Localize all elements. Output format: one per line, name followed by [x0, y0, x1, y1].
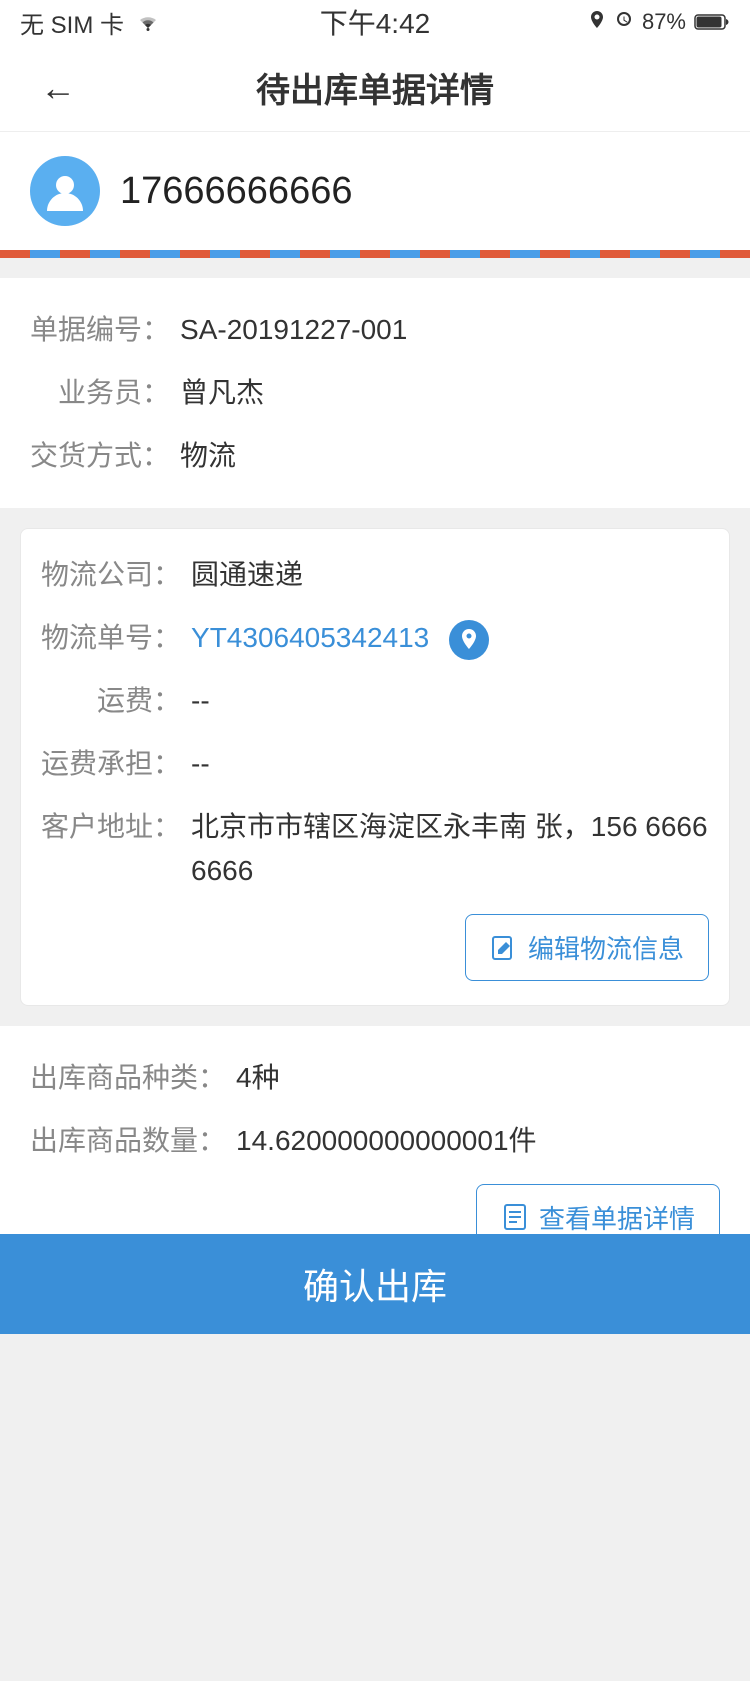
document-number-value: SA-20191227-001 — [180, 308, 720, 353]
battery-level: 87% — [642, 9, 686, 35]
edit-icon — [490, 934, 518, 962]
tracking-number-row: 物流单号： YT43064053424​13 — [41, 616, 709, 661]
battery-icon — [694, 13, 730, 31]
user-avatar-icon — [43, 169, 87, 213]
back-button[interactable]: ← — [30, 57, 86, 119]
freight-row: 运费： -- — [41, 679, 709, 724]
nav-bar: ← 待出库单据详情 — [0, 44, 750, 132]
status-left: 无 SIM 卡 — [20, 5, 162, 40]
freight-bear-value: -- — [191, 742, 709, 787]
status-right: 87% — [588, 9, 730, 35]
product-types-value: 4种 — [236, 1056, 720, 1101]
tracking-location-button[interactable] — [449, 620, 489, 660]
logistics-company-value: 圆通速递 — [191, 553, 709, 598]
delivery-method-value: 物流 — [180, 434, 720, 479]
confirm-label: 确认出库 — [303, 1258, 447, 1310]
address-row: 客户地址： 北京市市辖区海淀区永丰南 张，156 6666 6666 — [41, 805, 709, 895]
location-status-icon — [588, 11, 606, 33]
address-label: 客户地址： — [41, 805, 181, 850]
dashed-divider — [0, 250, 750, 258]
salesperson-label: 业务员： — [30, 371, 170, 416]
freight-bear-label: 运费承担： — [41, 742, 181, 787]
product-qty-row: 出库商品数量： 14.620000000000001件 — [30, 1119, 720, 1164]
sim-status: 无 SIM 卡 — [20, 5, 124, 40]
page-title: 待出库单据详情 — [256, 63, 494, 112]
product-qty-value: 14.620000000000001件 — [236, 1119, 720, 1164]
freight-bear-row: 运费承担： -- — [41, 742, 709, 787]
product-types-row: 出库商品种类： 4种 — [30, 1056, 720, 1101]
edit-logistics-label: 编辑物流信息 — [528, 929, 684, 966]
status-bar: 无 SIM 卡 下午4:42 87% — [0, 0, 750, 44]
avatar — [30, 156, 100, 226]
document-number-row: 单据编号： SA-20191227-001 — [30, 308, 720, 353]
alarm-icon — [614, 11, 634, 33]
document-icon — [501, 1203, 529, 1231]
salesperson-row: 业务员： 曾凡杰 — [30, 371, 720, 416]
delivery-method-row: 交货方式： 物流 — [30, 434, 720, 479]
view-details-label: 查看单据详情 — [539, 1199, 695, 1236]
logistics-company-row: 物流公司： 圆通速递 — [41, 553, 709, 598]
confirm-bar[interactable]: 确认出库 — [0, 1234, 750, 1334]
customer-phone: 17666666666 — [120, 170, 352, 213]
status-time: 下午4:42 — [320, 2, 431, 42]
salesperson-value: 曾凡杰 — [180, 371, 720, 416]
freight-value: -- — [191, 679, 709, 724]
address-value: 北京市市辖区海淀区永丰南 张，156 6666 6666 — [191, 805, 709, 895]
content-area: 17666666666 单据编号： SA-20191227-001 业务员： 曾… — [0, 132, 750, 1681]
tracking-number-label: 物流单号： — [41, 616, 181, 661]
product-qty-label: 出库商品数量： — [30, 1119, 226, 1164]
freight-label: 运费： — [41, 679, 181, 724]
product-types-label: 出库商品种类： — [30, 1056, 226, 1101]
map-pin-icon — [458, 629, 480, 651]
edit-logistics-btn-container: 编辑物流信息 — [41, 914, 709, 981]
logistics-card: 物流公司： 圆通速递 物流单号： YT43064053424​13 运费： --… — [20, 528, 730, 1006]
document-number-label: 单据编号： — [30, 308, 170, 353]
wifi-icon — [134, 12, 162, 32]
basic-info-section: 单据编号： SA-20191227-001 业务员： 曾凡杰 交货方式： 物流 — [0, 278, 750, 508]
delivery-method-label: 交货方式： — [30, 434, 170, 479]
edit-logistics-button[interactable]: 编辑物流信息 — [465, 914, 709, 981]
logistics-company-label: 物流公司： — [41, 553, 181, 598]
customer-header: 17666666666 — [0, 132, 750, 250]
tracking-number-value: YT43064053424​13 — [191, 616, 709, 661]
